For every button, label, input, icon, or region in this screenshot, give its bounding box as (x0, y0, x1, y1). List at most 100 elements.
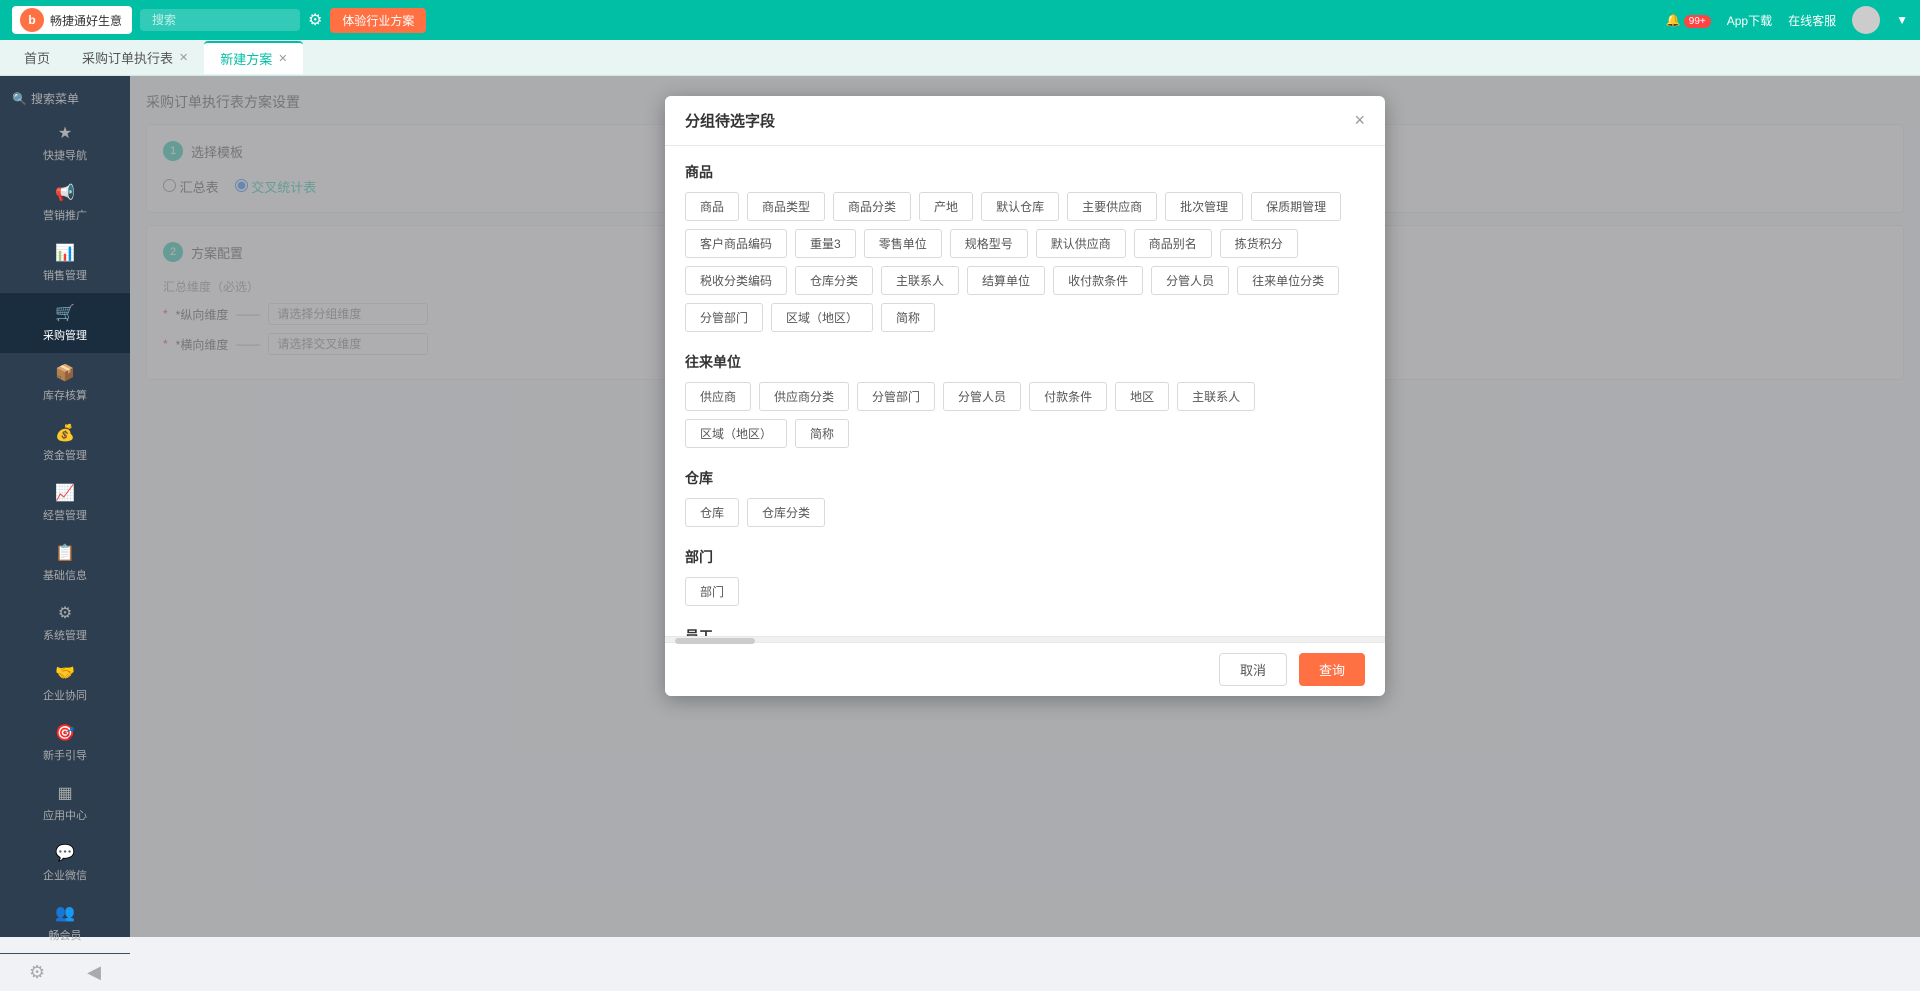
modal-close-button[interactable]: × (1354, 110, 1365, 131)
sidebar-item-purchase[interactable]: 🛒 采购管理 (0, 293, 130, 353)
field-tag-customer-code[interactable]: 客户商品编码 (685, 229, 787, 258)
sidebar-search[interactable]: 🔍 搜索菜单 (0, 84, 130, 113)
field-tag-weight3[interactable]: 重量3 (795, 229, 856, 258)
sales-icon: 📊 (55, 243, 75, 263)
top-nav-center: ⚙ 体验行业方案 (140, 8, 1657, 33)
field-tag-payment-terms[interactable]: 收付款条件 (1053, 266, 1143, 295)
trade-unit-field-tags: 供应商 供应商分类 分管部门 分管人员 付款条件 地区 主联系人 区域（地区） … (685, 382, 1365, 448)
field-tag-warehouse-category[interactable]: 仓库分类 (795, 266, 873, 295)
field-tag-trade-unit-category[interactable]: 往来单位分类 (1237, 266, 1339, 295)
field-tag-pick-points[interactable]: 拣货积分 (1220, 229, 1298, 258)
field-tag-tax-code[interactable]: 税收分类编码 (685, 266, 787, 295)
tab-purchase-order[interactable]: 采购订单执行表 ✕ (66, 42, 204, 73)
field-tag-spec-model[interactable]: 规格型号 (950, 229, 1028, 258)
field-tag-supplier[interactable]: 供应商 (685, 382, 751, 411)
modal-horizontal-scrollbar[interactable] (665, 636, 1385, 642)
section-warehouse: 仓库 仓库 仓库分类 (685, 468, 1365, 527)
sidebar-item-basic-info[interactable]: 📋 基础信息 (0, 533, 130, 593)
sidebar-item-inventory[interactable]: 📦 库存核算 (0, 353, 130, 413)
search-icon: 🔍 (12, 92, 27, 106)
field-tag-default-supplier[interactable]: 默认供应商 (1036, 229, 1126, 258)
field-tag-person[interactable]: 分管人员 (943, 382, 1021, 411)
sidebar-item-sales[interactable]: 📊 销售管理 (0, 233, 130, 293)
tab-new-plan[interactable]: 新建方案 ✕ (204, 41, 303, 74)
notification-badge: 99+ (1684, 15, 1711, 28)
field-tag-main-contact[interactable]: 主联系人 (881, 266, 959, 295)
sidebar-item-member[interactable]: 👥 畅会员 (0, 893, 130, 953)
sidebar-bottom: ⚙ ◀ (0, 953, 130, 991)
tab-home[interactable]: 首页 (8, 42, 66, 73)
gear-button[interactable]: ⚙ (308, 10, 322, 30)
quick-nav-icon: ★ (55, 123, 75, 143)
app-download-link[interactable]: App下载 (1727, 12, 1772, 29)
field-tag-supervising-person[interactable]: 分管人员 (1151, 266, 1229, 295)
field-tag-product[interactable]: 商品 (685, 192, 739, 221)
collapse-btn[interactable]: ◀ (87, 962, 101, 983)
field-tag-dept[interactable]: 分管部门 (857, 382, 935, 411)
settings-bottom-btn[interactable]: ⚙ (29, 962, 45, 983)
field-tag-region[interactable]: 区域（地区） (771, 303, 873, 332)
logo-icon: b (20, 8, 44, 32)
field-tag-supplier-category[interactable]: 供应商分类 (759, 382, 849, 411)
sidebar-item-corp-collab[interactable]: 🤝 企业协同 (0, 653, 130, 713)
field-tag-product-category[interactable]: 商品分类 (833, 192, 911, 221)
notification-bell[interactable]: 🔔 99+ (1665, 13, 1710, 27)
modal-body[interactable]: 商品 商品 商品类型 商品分类 产地 默认仓库 主要供应商 批次管理 保质期管理… (665, 146, 1385, 636)
section-employee: 员工 业务员 (685, 626, 1365, 636)
modal-title: 分组待选字段 (685, 110, 775, 131)
operations-icon: 📈 (55, 483, 75, 503)
avatar[interactable] (1852, 6, 1880, 34)
field-tag-short-name[interactable]: 简称 (881, 303, 935, 332)
modal-overlay: 分组待选字段 × 商品 商品 商品类型 商品分类 产地 默认仓库 主要供应商 (130, 76, 1920, 937)
sidebar-item-guide[interactable]: 🎯 新手引导 (0, 713, 130, 773)
field-tag-warehouse[interactable]: 仓库 (685, 498, 739, 527)
sidebar-item-marketing[interactable]: 📢 营销推广 (0, 173, 130, 233)
field-tag-department[interactable]: 部门 (685, 577, 739, 606)
online-service-link[interactable]: 在线客服 (1788, 12, 1836, 29)
modal-footer: 取消 查询 (665, 642, 1385, 696)
field-tag-contact[interactable]: 主联系人 (1177, 382, 1255, 411)
warehouse-field-tags: 仓库 仓库分类 (685, 498, 1365, 527)
app-center-icon: ▦ (55, 783, 75, 803)
sidebar-item-system[interactable]: ⚙ 系统管理 (0, 593, 130, 653)
field-tag-supervising-dept[interactable]: 分管部门 (685, 303, 763, 332)
field-tag-origin[interactable]: 产地 (919, 192, 973, 221)
experience-button[interactable]: 体验行业方案 (330, 8, 426, 33)
field-tag-region-trade[interactable]: 区域（地区） (685, 419, 787, 448)
field-select-modal: 分组待选字段 × 商品 商品 商品类型 商品分类 产地 默认仓库 主要供应商 (665, 96, 1385, 696)
product-field-tags: 商品 商品类型 商品分类 产地 默认仓库 主要供应商 批次管理 保质期管理 客户… (685, 192, 1365, 332)
field-tag-product-type[interactable]: 商品类型 (747, 192, 825, 221)
field-tag-product-alias[interactable]: 商品别名 (1134, 229, 1212, 258)
section-product-title: 商品 (685, 162, 1365, 182)
field-tag-default-warehouse[interactable]: 默认仓库 (981, 192, 1059, 221)
section-trade-unit: 往来单位 供应商 供应商分类 分管部门 分管人员 付款条件 地区 主联系人 区域… (685, 352, 1365, 448)
top-search-input[interactable] (140, 9, 300, 31)
field-tag-main-supplier[interactable]: 主要供应商 (1067, 192, 1157, 221)
sidebar-item-app-center[interactable]: ▦ 应用中心 (0, 773, 130, 833)
field-tag-retail-unit[interactable]: 零售单位 (864, 229, 942, 258)
field-tag-shelf-life[interactable]: 保质期管理 (1251, 192, 1341, 221)
sidebar-item-operations[interactable]: 📈 经营管理 (0, 473, 130, 533)
member-icon: 👥 (55, 903, 75, 923)
finance-icon: 💰 (55, 423, 75, 443)
main-content: 采购订单执行表方案设置 1 选择模板 汇总表 交叉统计表 2 (130, 76, 1920, 937)
inventory-icon: 📦 (55, 363, 75, 383)
dept-field-tags: 部门 (685, 577, 1365, 606)
sidebar-item-finance[interactable]: 💰 资金管理 (0, 413, 130, 473)
field-tag-warehouse-cat[interactable]: 仓库分类 (747, 498, 825, 527)
section-dept-title: 部门 (685, 547, 1365, 567)
cancel-button[interactable]: 取消 (1219, 653, 1287, 686)
section-product: 商品 商品 商品类型 商品分类 产地 默认仓库 主要供应商 批次管理 保质期管理… (685, 162, 1365, 332)
sidebar-item-wechat[interactable]: 💬 企业微信 (0, 833, 130, 893)
sidebar-item-quick-nav[interactable]: ★ 快捷导航 (0, 113, 130, 173)
field-tag-district[interactable]: 地区 (1115, 382, 1169, 411)
tab-close-purchase[interactable]: ✕ (179, 51, 188, 64)
field-tag-batch-mgmt[interactable]: 批次管理 (1165, 192, 1243, 221)
tab-close-new-plan[interactable]: ✕ (278, 52, 287, 65)
basic-info-icon: 📋 (55, 543, 75, 563)
confirm-button[interactable]: 查询 (1299, 653, 1365, 686)
field-tag-abbr[interactable]: 简称 (795, 419, 849, 448)
field-tag-payment-condition[interactable]: 付款条件 (1029, 382, 1107, 411)
section-warehouse-title: 仓库 (685, 468, 1365, 488)
field-tag-settlement-unit[interactable]: 结算单位 (967, 266, 1045, 295)
